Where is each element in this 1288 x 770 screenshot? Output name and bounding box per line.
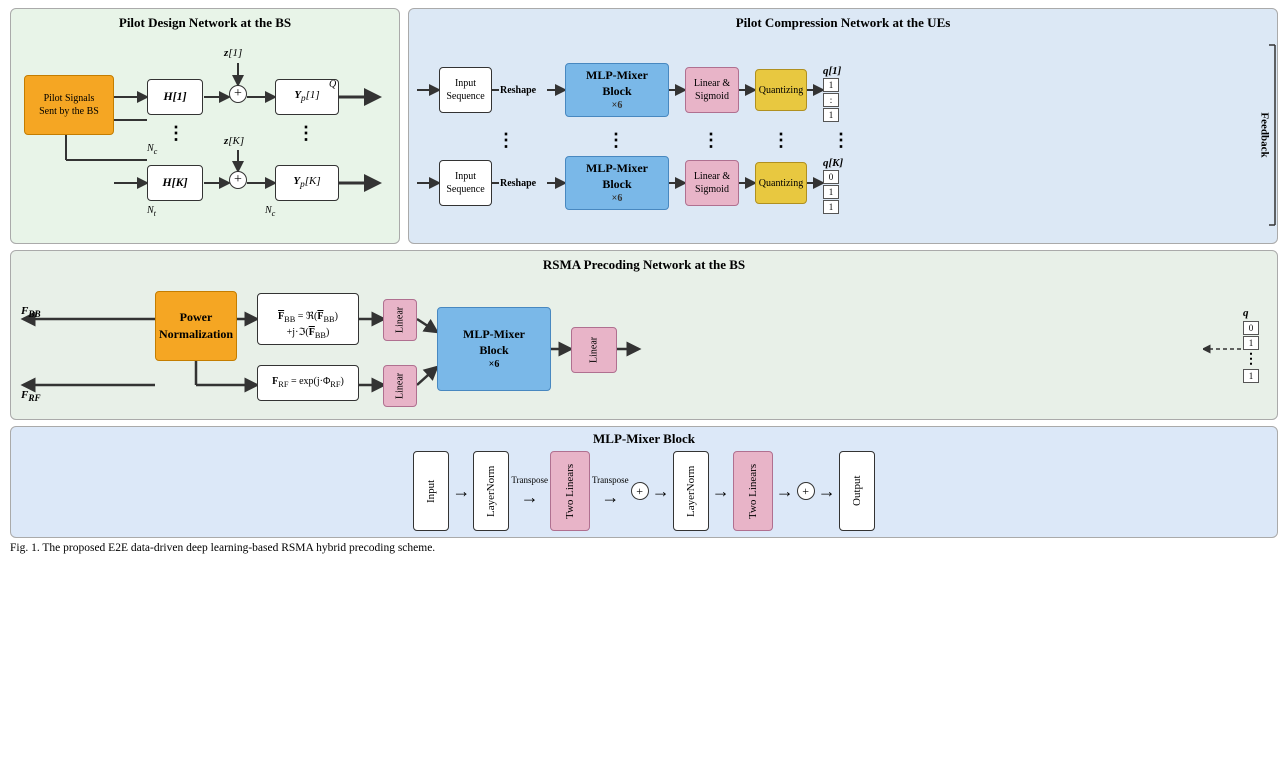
arrow2: → <box>521 487 539 508</box>
arrow1: → <box>452 481 470 502</box>
pilot-design-inner: Pilot Signals Sent by the BS H[1] + Yp[1… <box>19 35 389 235</box>
mlp-layernorm2: LayerNorm <box>673 451 709 531</box>
x6-label1: ×6 <box>586 99 648 112</box>
q1-label: q[1] <box>823 65 841 77</box>
transpose-label2: Transpose <box>592 475 629 485</box>
plus-circle-bottom: + <box>229 171 247 189</box>
frf-label: FRF <box>21 389 41 403</box>
h1-block: H[1] <box>147 79 203 115</box>
linear-right: Linear <box>571 327 617 373</box>
qk-box3: 1 <box>823 200 839 214</box>
qk-box2: 1 <box>823 185 839 199</box>
transpose-label1: Transpose <box>511 475 548 485</box>
q1-box2: : <box>823 93 839 107</box>
fbb-formula-block: FBB = ℜ(FBB)+j·ℑ(FBB) <box>257 293 359 345</box>
mlp-mixer2: MLP-Mixer Block ×6 <box>565 156 669 210</box>
pilot-compression-panel: Pilot Compression Network at the UEs Res… <box>408 8 1278 244</box>
input-seq1: Input Sequence <box>439 67 492 113</box>
rsma-title: RSMA Precoding Network at the BS <box>19 257 1269 273</box>
arrow4: → <box>652 481 670 502</box>
yp1-label: Yp[1] <box>294 88 319 105</box>
q-box-last: 1 <box>1243 369 1259 383</box>
dots-comp1: ⋮ <box>497 130 515 151</box>
dots-middle: ⋮ <box>167 123 185 144</box>
pilot-design-title: Pilot Design Network at the BS <box>19 15 391 31</box>
pilot-design-arrows <box>19 35 389 235</box>
q-box-0: 0 <box>1243 321 1259 335</box>
zk-label: z[K] <box>224 135 244 147</box>
linear-bottom: Linear <box>383 365 417 407</box>
rsma-panel: RSMA Precoding Network at the BS <box>10 250 1278 420</box>
dots-comp3: ⋮ <box>702 130 720 151</box>
arrow6: → <box>776 481 794 502</box>
mlp-plus2: + <box>797 482 815 500</box>
arrow7: → <box>818 481 836 502</box>
ypk-block: Yp[K] <box>275 165 339 201</box>
mlp-block-panel: MLP-Mixer Block Input → LayerNorm Transp… <box>10 426 1278 538</box>
nc2-label: Nc <box>265 205 275 218</box>
mlp-title: MLP-Mixer Block <box>21 431 1267 447</box>
linear-sigmoid2: Linear & Sigmoid <box>685 160 739 206</box>
q-dashed-line <box>1203 319 1243 379</box>
svg-text:Reshape: Reshape <box>500 178 537 189</box>
z1-label: z[1] <box>224 47 242 59</box>
ypk-label: Yp[K] <box>293 174 320 191</box>
main-container: Pilot Design Network at the BS <box>0 0 1288 562</box>
mlp-layernorm1: LayerNorm <box>473 451 509 531</box>
rsma-x6: ×6 <box>463 358 525 371</box>
feedback-bracket <box>1269 35 1281 235</box>
power-norm-block: Power Normalization <box>155 291 237 361</box>
q1-box3: 1 <box>823 108 839 122</box>
nc-label: Nc <box>147 143 157 156</box>
linear-sigmoid1: Linear & Sigmoid <box>685 67 739 113</box>
q-box-1: 1 <box>1243 336 1259 350</box>
fbb-label: FBB <box>21 305 41 319</box>
quantizing1: Quantizing <box>755 69 807 111</box>
arrow3: → <box>601 487 619 508</box>
mlp-output: Output <box>839 451 875 531</box>
q-dots: ⋮ <box>1243 351 1259 368</box>
qk-label: q[K] <box>823 157 843 169</box>
q-label-top: Q <box>329 79 336 90</box>
power-norm-label: Power Normalization <box>158 309 234 343</box>
top-row: Pilot Design Network at the BS <box>10 8 1278 244</box>
pilot-compression-title: Pilot Compression Network at the UEs <box>417 15 1269 31</box>
dots-comp2: ⋮ <box>607 130 625 151</box>
mlp-two-linears1: Two Linears <box>550 451 590 531</box>
q-input-label: q <box>1243 307 1259 319</box>
frf-formula-block: FRF = exp(j·ΦRF) <box>257 365 359 401</box>
svg-text:Reshape: Reshape <box>500 85 537 96</box>
pilot-compression-inner: Reshape Reshape Input Sequence <box>417 35 1269 235</box>
qk-group: q[K] 0 1 1 <box>823 157 843 215</box>
input-seq2: Input Sequence <box>439 160 492 206</box>
rsma-inner: Power Normalization FBB FRF FBB = ℜ(FBB)… <box>19 277 1269 422</box>
mlp-mixer1: MLP-Mixer Block ×6 <box>565 63 669 117</box>
dots-comp4: ⋮ <box>772 130 790 151</box>
qk-box1: 0 <box>823 170 839 184</box>
mlp-two-linears2: Two Linears <box>733 451 773 531</box>
plus-circle-top: + <box>229 85 247 103</box>
mlp-input: Input <box>413 451 449 531</box>
dots-comp5: ⋮ <box>832 130 850 151</box>
pilot-design-panel: Pilot Design Network at the BS <box>10 8 400 244</box>
pilot-signals-block: Pilot Signals Sent by the BS <box>24 75 114 135</box>
mlp-plus1: + <box>631 482 649 500</box>
q1-group: q[1] 1 : 1 <box>823 65 841 123</box>
q1-box1: 1 <box>823 78 839 92</box>
nt-label: Nt <box>147 205 156 218</box>
transpose-arrow2: Transpose → <box>592 475 629 508</box>
arrow5: → <box>712 481 730 502</box>
transpose-arrow1: Transpose → <box>511 475 548 508</box>
figure-caption: Fig. 1. The proposed E2E data-driven dee… <box>10 542 1278 554</box>
quantizing2: Quantizing <box>755 162 807 204</box>
x6-label2: ×6 <box>586 192 648 205</box>
rsma-mlp-mixer: MLP-Mixer Block ×6 <box>437 307 551 391</box>
q-input-group: q 0 1 ⋮ 1 <box>1243 307 1259 384</box>
dots-right: ⋮ <box>297 123 315 144</box>
hk-block: H[K] <box>147 165 203 201</box>
linear-top: Linear <box>383 299 417 341</box>
mlp-blocks-row: Input → LayerNorm Transpose → Two Linear… <box>21 451 1267 531</box>
